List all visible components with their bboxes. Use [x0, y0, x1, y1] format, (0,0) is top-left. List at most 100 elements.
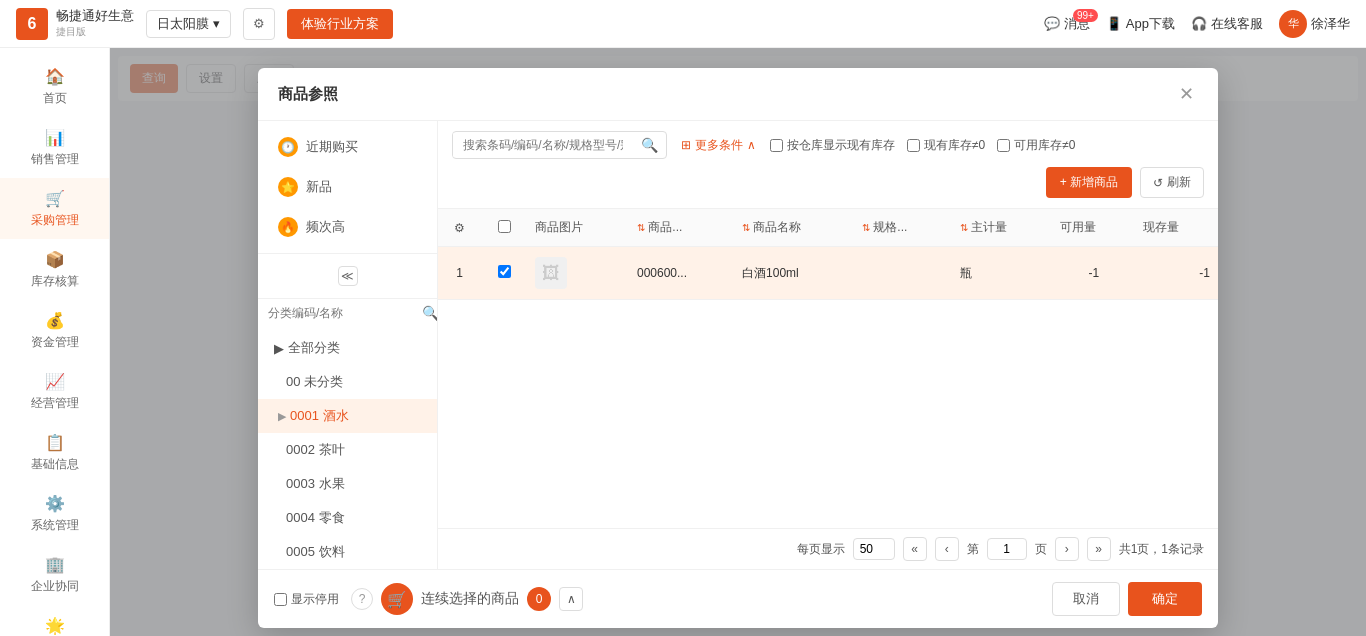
th-checkbox — [481, 209, 527, 247]
th-settings[interactable]: ⚙ — [438, 209, 481, 247]
sidebar-item-purchase[interactable]: 🛒 采购管理 — [0, 178, 109, 239]
message-button[interactable]: 💬 消息 99+ — [1044, 15, 1090, 33]
quick-recent-purchase[interactable]: 🕐 近期购买 — [270, 131, 425, 163]
page-suffix: 页 — [1035, 541, 1047, 558]
freq-icon: 🔥 — [278, 217, 298, 237]
trial-button[interactable]: 体验行业方案 — [287, 9, 393, 39]
modal-title: 商品参照 — [278, 85, 338, 104]
modal-header: 商品参照 ✕ — [258, 68, 1218, 121]
help-icon[interactable]: ? — [351, 588, 373, 610]
more-filters-button[interactable]: ⊞ 更多条件 ∧ — [675, 133, 762, 158]
product-reference-modal: 商品参照 ✕ 🕐 近期购买 ⭐ — [258, 68, 1218, 628]
table-row[interactable]: 1 🖼 000600... 白酒100ml — [438, 247, 1218, 300]
sidebar-item-sales-label: 销售管理 — [31, 151, 79, 168]
guide-icon: 🌟 — [45, 615, 65, 635]
category-item-alcohol[interactable]: ▶ 0001 酒水 — [258, 399, 437, 433]
sidebar-item-home-label: 首页 — [43, 90, 67, 107]
sidebar-item-finance[interactable]: 💰 资金管理 — [0, 300, 109, 361]
category-item-beverage[interactable]: 0005 饮料 — [258, 535, 437, 569]
refresh-button[interactable]: ↺ 刷新 — [1140, 167, 1204, 198]
header-right: 💬 消息 99+ 📱 App下载 🎧 在线客服 华 徐泽华 — [1044, 10, 1350, 38]
sidebar-item-system[interactable]: ⚙️ 系统管理 — [0, 483, 109, 544]
inventory-icon: 📦 — [45, 249, 65, 269]
settings-button[interactable]: ⚙ — [243, 8, 275, 40]
modal-overlay: 商品参照 ✕ 🕐 近期购买 ⭐ — [110, 48, 1366, 636]
sidebar-item-operations-label: 经营管理 — [31, 395, 79, 412]
top-header: 6 畅捷通好生意 捷目版 日太阳膜 ▾ ⚙ 体验行业方案 💬 消息 99+ 📱 … — [0, 0, 1366, 48]
cell-available: -1 — [1052, 247, 1135, 300]
quick-high-frequency[interactable]: 🔥 频次高 — [270, 211, 425, 243]
current-stock-label: 现有库存≠0 — [924, 137, 985, 154]
page-size-select[interactable]: 50 — [853, 538, 895, 560]
category-item-snack[interactable]: 0004 零食 — [258, 501, 437, 535]
cart-button[interactable]: 🛒 — [381, 583, 413, 615]
prev-page-button[interactable]: ‹ — [935, 537, 959, 561]
th-unit[interactable]: ⇅ 主计量 — [952, 209, 1053, 247]
category-item-tea[interactable]: 0002 茶叶 — [258, 433, 437, 467]
search-icon[interactable]: 🔍 — [633, 132, 666, 158]
table-header-row: ⚙ 商品图片 ⇅ — [438, 209, 1218, 247]
brand-sub: 捷目版 — [56, 25, 134, 39]
sidebar-item-sales[interactable]: 📊 销售管理 — [0, 117, 109, 178]
category-item-fruit[interactable]: 0003 水果 — [258, 467, 437, 501]
th-name[interactable]: ⇅ 商品名称 — [734, 209, 854, 247]
select-all-checkbox[interactable] — [498, 220, 511, 233]
online-service-button[interactable]: 🎧 在线客服 — [1191, 15, 1263, 33]
collapse-panel-button[interactable]: ≪ — [338, 266, 358, 286]
available-stock-checkbox[interactable] — [997, 139, 1010, 152]
th-spec-sort-icon: ⇅ — [862, 222, 870, 233]
avatar: 华 — [1279, 10, 1307, 38]
show-disabled-checkbox[interactable] — [274, 593, 287, 606]
sidebar-item-operations[interactable]: 📈 经营管理 — [0, 361, 109, 422]
category-search-input[interactable] — [268, 306, 418, 320]
cart-collapse-button[interactable]: ∧ — [559, 587, 583, 611]
warehouse-stock-checkbox[interactable] — [770, 139, 783, 152]
th-code[interactable]: ⇅ 商品... — [629, 209, 734, 247]
category-search-icon[interactable]: 🔍 — [422, 305, 438, 321]
th-unit-label: 主计量 — [971, 220, 1007, 234]
quick-new-products[interactable]: ⭐ 新品 — [270, 171, 425, 203]
th-unit-sort-icon: ⇅ — [960, 222, 968, 233]
modal-close-button[interactable]: ✕ — [1174, 82, 1198, 106]
th-image: 商品图片 — [527, 209, 629, 247]
product-table: ⚙ 商品图片 ⇅ — [438, 209, 1218, 300]
cart-label: 连续选择的商品 — [421, 590, 519, 608]
store-selector[interactable]: 日太阳膜 ▾ — [146, 10, 231, 38]
add-product-button[interactable]: + 新增商品 — [1046, 167, 1132, 198]
category-item-uncategorized[interactable]: 00 未分类 — [258, 365, 437, 399]
current-stock-checkbox[interactable] — [907, 139, 920, 152]
th-spec[interactable]: ⇅ 规格... — [854, 209, 952, 247]
app-download-button[interactable]: 📱 App下载 — [1106, 15, 1175, 33]
checkbox-current-stock[interactable]: 现有库存≠0 — [907, 137, 985, 154]
sidebar-item-enterprise-label: 企业协同 — [31, 578, 79, 595]
product-search-input[interactable] — [453, 133, 633, 157]
checkbox-warehouse-stock[interactable]: 按仓库显示现有库存 — [770, 137, 895, 154]
cancel-button[interactable]: 取消 — [1052, 582, 1120, 616]
first-page-button[interactable]: « — [903, 537, 927, 561]
total-info: 共1页，1条记录 — [1119, 541, 1204, 558]
user-area[interactable]: 华 徐泽华 — [1279, 10, 1350, 38]
sidebar-item-basic-info[interactable]: 📋 基础信息 — [0, 422, 109, 483]
page-number-input[interactable] — [987, 538, 1027, 560]
confirm-button[interactable]: 确定 — [1128, 582, 1202, 616]
pagination-bar: 每页显示 50 « ‹ 第 页 › » 共1页，1条记录 — [438, 528, 1218, 569]
checkbox-available-stock[interactable]: 可用库存≠0 — [997, 137, 1075, 154]
sidebar-item-enterprise[interactable]: 🏢 企业协同 — [0, 544, 109, 605]
main-layout: 🏠 首页 📊 销售管理 🛒 采购管理 📦 库存核算 💰 资金管理 📈 经营管理 … — [0, 48, 1366, 636]
show-disabled-checkbox-label[interactable]: 显示停用 — [274, 591, 339, 608]
recent-icon: 🕐 — [278, 137, 298, 157]
next-page-button[interactable]: › — [1055, 537, 1079, 561]
th-code-label: 商品... — [648, 220, 682, 234]
modal-body: 🕐 近期购买 ⭐ 新品 🔥 频次高 — [258, 121, 1218, 569]
category-item-all[interactable]: ▶ 全部分类 — [258, 331, 437, 365]
sidebar-item-guide[interactable]: 🌟 新手引导 — [0, 605, 109, 636]
headset-icon: 🎧 — [1191, 16, 1207, 31]
logo-area: 6 畅捷通好生意 捷目版 — [16, 8, 134, 40]
sidebar-item-inventory[interactable]: 📦 库存核算 — [0, 239, 109, 300]
last-page-button[interactable]: » — [1087, 537, 1111, 561]
content-area: 查询 设置 刷新 商品参照 ✕ 🕐 — [110, 48, 1366, 636]
recent-label: 近期购买 — [306, 138, 358, 156]
sidebar-item-home[interactable]: 🏠 首页 — [0, 56, 109, 117]
row-checkbox[interactable] — [498, 265, 511, 278]
logo-icon: 6 — [16, 8, 48, 40]
